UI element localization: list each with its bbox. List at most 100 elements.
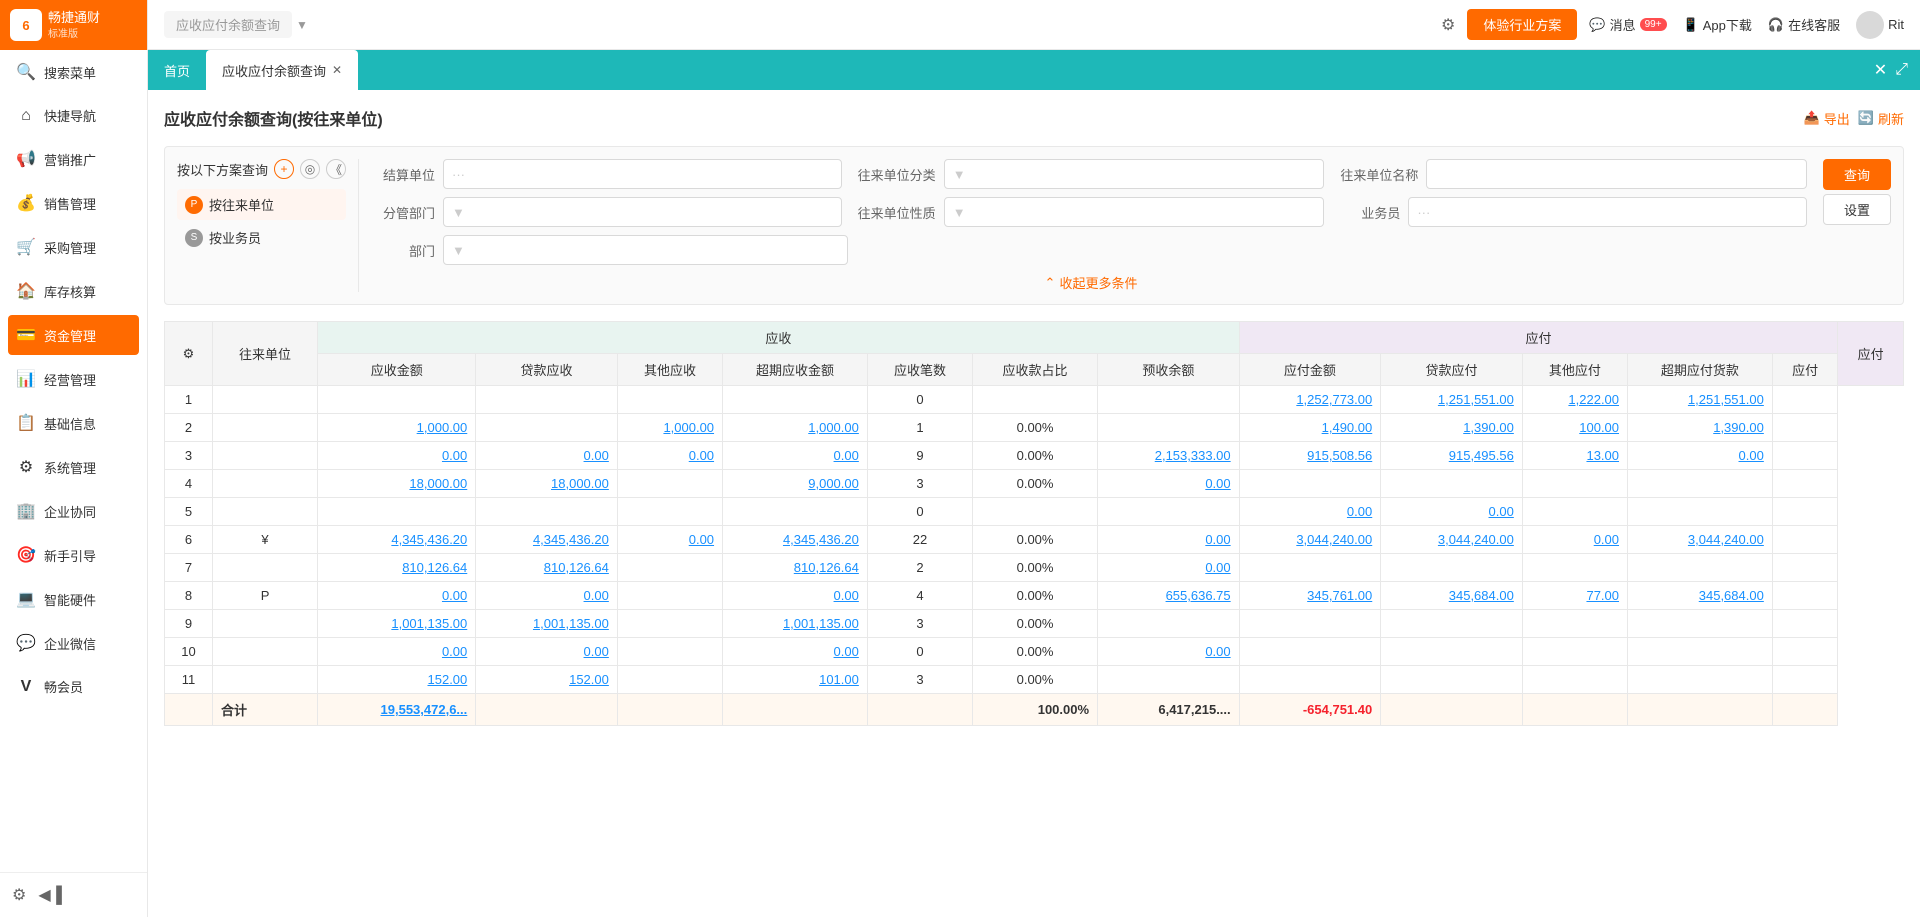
sidebar-item-marketing[interactable]: 📢 营销推广 <box>0 137 147 181</box>
cell-ar_amount[interactable]: 1,001,135.00 <box>318 610 476 638</box>
cell-ar_amount[interactable]: 18,000.00 <box>318 470 476 498</box>
sidebar-settings-icon[interactable]: ⚙ <box>12 885 26 905</box>
cell-ar_amount[interactable]: 0.00 <box>318 442 476 470</box>
cell-ap_other[interactable]: 77.00 <box>1522 582 1627 610</box>
sidebar-item-inventory[interactable]: 🏠 库存核算 <box>0 269 147 313</box>
cell-ap_other[interactable]: 100.00 <box>1522 414 1627 442</box>
cell-ar_overdue[interactable]: 4,345,436.20 <box>723 526 868 554</box>
dept-input[interactable]: ▼ <box>443 235 848 265</box>
refresh-button[interactable]: 🔄 刷新 <box>1858 109 1904 128</box>
cell-ar_advance[interactable]: 0.00 <box>1098 470 1240 498</box>
cell-ap_overdue[interactable]: 1,251,551.00 <box>1628 386 1773 414</box>
cell-ap_overdue[interactable]: 345,684.00 <box>1628 582 1773 610</box>
online-service-item[interactable]: 🎧 在线客服 <box>1768 15 1840 34</box>
cell-ar_advance[interactable]: 2,153,333.00 <box>1098 442 1240 470</box>
sidebar-item-vip[interactable]: V 畅会员 <box>0 665 147 708</box>
cell-ar_loan[interactable]: 0.00 <box>476 638 618 666</box>
app-download-item[interactable]: 📱 App下载 <box>1683 15 1752 34</box>
cell-ar_loan[interactable]: 0.00 <box>476 442 618 470</box>
cell-ar_amount[interactable]: 0.00 <box>318 638 476 666</box>
cell-ar_amount[interactable]: 4,345,436.20 <box>318 526 476 554</box>
filter-setting-button[interactable]: ◎ <box>300 159 320 179</box>
sidebar-item-search-menu[interactable]: 🔍 搜索菜单 <box>0 50 147 94</box>
cell-ap_overdue[interactable]: 3,044,240.00 <box>1628 526 1773 554</box>
tab-expand-icon[interactable]: ⤢ <box>1895 61 1908 79</box>
query-button[interactable]: 查询 <box>1823 159 1891 190</box>
cell-ar_overdue[interactable]: 101.00 <box>723 666 868 694</box>
sidebar-item-sales[interactable]: 💰 销售管理 <box>0 181 147 225</box>
cell-ar_amount[interactable]: 1,000.00 <box>318 414 476 442</box>
promo-button[interactable]: 体验行业方案 <box>1467 9 1577 40</box>
cell-ar_amount[interactable]: 152.00 <box>318 666 476 694</box>
cell-ar_overdue[interactable]: 810,126.64 <box>723 554 868 582</box>
cell-ap_loan[interactable]: 0.00 <box>1381 498 1523 526</box>
cell-ap_other[interactable]: 13.00 <box>1522 442 1627 470</box>
cell-ar_overdue[interactable]: 9,000.00 <box>723 470 868 498</box>
cell-ap_overdue[interactable]: 1,390.00 <box>1628 414 1773 442</box>
sidebar-item-purchase[interactable]: 🛒 采购管理 <box>0 225 147 269</box>
cell-ap_amount[interactable]: 0.00 <box>1239 498 1381 526</box>
cell-ar_overdue[interactable]: 1,001,135.00 <box>723 610 868 638</box>
tab-home[interactable]: 首页 <box>148 50 206 90</box>
col-gear[interactable]: ⚙ <box>165 322 213 386</box>
cell-ar_advance[interactable]: 0.00 <box>1098 526 1240 554</box>
cell-ar_amount[interactable]: 810,126.64 <box>318 554 476 582</box>
cell-ar_advance[interactable]: 0.00 <box>1098 638 1240 666</box>
cell-ap_amount[interactable]: 345,761.00 <box>1239 582 1381 610</box>
message-item[interactable]: 💬 消息 99+ <box>1589 15 1666 34</box>
cell-ap_amount[interactable]: 3,044,240.00 <box>1239 526 1381 554</box>
settlement-unit-input[interactable]: ··· <box>443 159 842 189</box>
cell-ap_loan[interactable]: 915,495.56 <box>1381 442 1523 470</box>
cell-ap_loan[interactable]: 1,251,551.00 <box>1381 386 1523 414</box>
cell-ap_loan[interactable]: 3,044,240.00 <box>1381 526 1523 554</box>
partner-nature-input[interactable]: ▼ <box>944 197 1325 227</box>
dept-manager-input[interactable]: ▼ <box>443 197 842 227</box>
cell-ar_other[interactable]: 1,000.00 <box>617 414 722 442</box>
sidebar-item-enterprise[interactable]: 🏢 企业协同 <box>0 489 147 533</box>
cell-ar_loan[interactable]: 1,001,135.00 <box>476 610 618 638</box>
cell-ap_loan[interactable]: 1,390.00 <box>1381 414 1523 442</box>
sidebar-item-enterprise-wechat[interactable]: 💬 企业微信 <box>0 621 147 665</box>
sidebar-item-basic-info[interactable]: 📋 基础信息 <box>0 401 147 445</box>
user-info[interactable]: Rit <box>1856 11 1904 39</box>
cell-ar_advance[interactable]: 0.00 <box>1098 554 1240 582</box>
filter-collapse-btn[interactable]: 《 <box>326 159 346 179</box>
collapse-button[interactable]: ⌃ 收起更多条件 <box>1045 273 1138 292</box>
partner-category-input[interactable]: ▼ <box>944 159 1325 189</box>
cell-ar_other[interactable]: 0.00 <box>617 442 722 470</box>
cell-ap_amount[interactable]: 1,490.00 <box>1239 414 1381 442</box>
table-setting-button[interactable]: 设置 <box>1823 194 1891 225</box>
header-gear-icon[interactable]: ⚙ <box>1441 15 1455 35</box>
sidebar-item-quick-nav[interactable]: ⌂ 快捷导航 <box>0 94 147 137</box>
cell-ap_other[interactable]: 0.00 <box>1522 526 1627 554</box>
cell-ap_amount[interactable]: 1,252,773.00 <box>1239 386 1381 414</box>
sidebar-item-beginner[interactable]: 🎯 新手引导 <box>0 533 147 577</box>
cell-ar_amount[interactable]: 0.00 <box>318 582 476 610</box>
salesperson-input[interactable]: ··· <box>1408 197 1807 227</box>
cell-ar_loan[interactable]: 18,000.00 <box>476 470 618 498</box>
cell-ar_loan[interactable]: 810,126.64 <box>476 554 618 582</box>
sidebar-item-smart-hw[interactable]: 💻 智能硬件 <box>0 577 147 621</box>
partner-name-input[interactable] <box>1426 159 1807 189</box>
tab-close-window-icon[interactable]: ✕ <box>1874 60 1887 80</box>
cell-ar_overdue[interactable]: 0.00 <box>723 582 868 610</box>
cell-ap_loan[interactable]: 345,684.00 <box>1381 582 1523 610</box>
cell-ar_loan[interactable]: 4,345,436.20 <box>476 526 618 554</box>
sidebar-item-system[interactable]: ⚙ 系统管理 <box>0 445 147 489</box>
total-ar-amount[interactable]: 19,553,472,6... <box>318 694 476 726</box>
cell-ar_overdue[interactable]: 0.00 <box>723 442 868 470</box>
scheme-item-salesperson[interactable]: S 按业务员 <box>177 222 346 253</box>
tab-close-icon[interactable]: ✕ <box>332 63 342 77</box>
cell-ap_other[interactable]: 1,222.00 <box>1522 386 1627 414</box>
scheme-item-partner[interactable]: P 按往来单位 <box>177 189 346 220</box>
tab-ar-ap[interactable]: 应收应付余额查询 ✕ <box>206 50 358 90</box>
sidebar-collapse-icon[interactable]: ◀▐ <box>38 885 62 905</box>
export-button[interactable]: 📤 导出 <box>1804 109 1850 128</box>
cell-ar_loan[interactable]: 0.00 <box>476 582 618 610</box>
cell-ap_amount[interactable]: 915,508.56 <box>1239 442 1381 470</box>
sidebar-item-operations[interactable]: 📊 经营管理 <box>0 357 147 401</box>
cell-ap_overdue[interactable]: 0.00 <box>1628 442 1773 470</box>
sidebar-item-funds[interactable]: 💳 资金管理 <box>8 315 139 355</box>
cell-ar_advance[interactable]: 655,636.75 <box>1098 582 1240 610</box>
cell-ar_other[interactable]: 0.00 <box>617 526 722 554</box>
